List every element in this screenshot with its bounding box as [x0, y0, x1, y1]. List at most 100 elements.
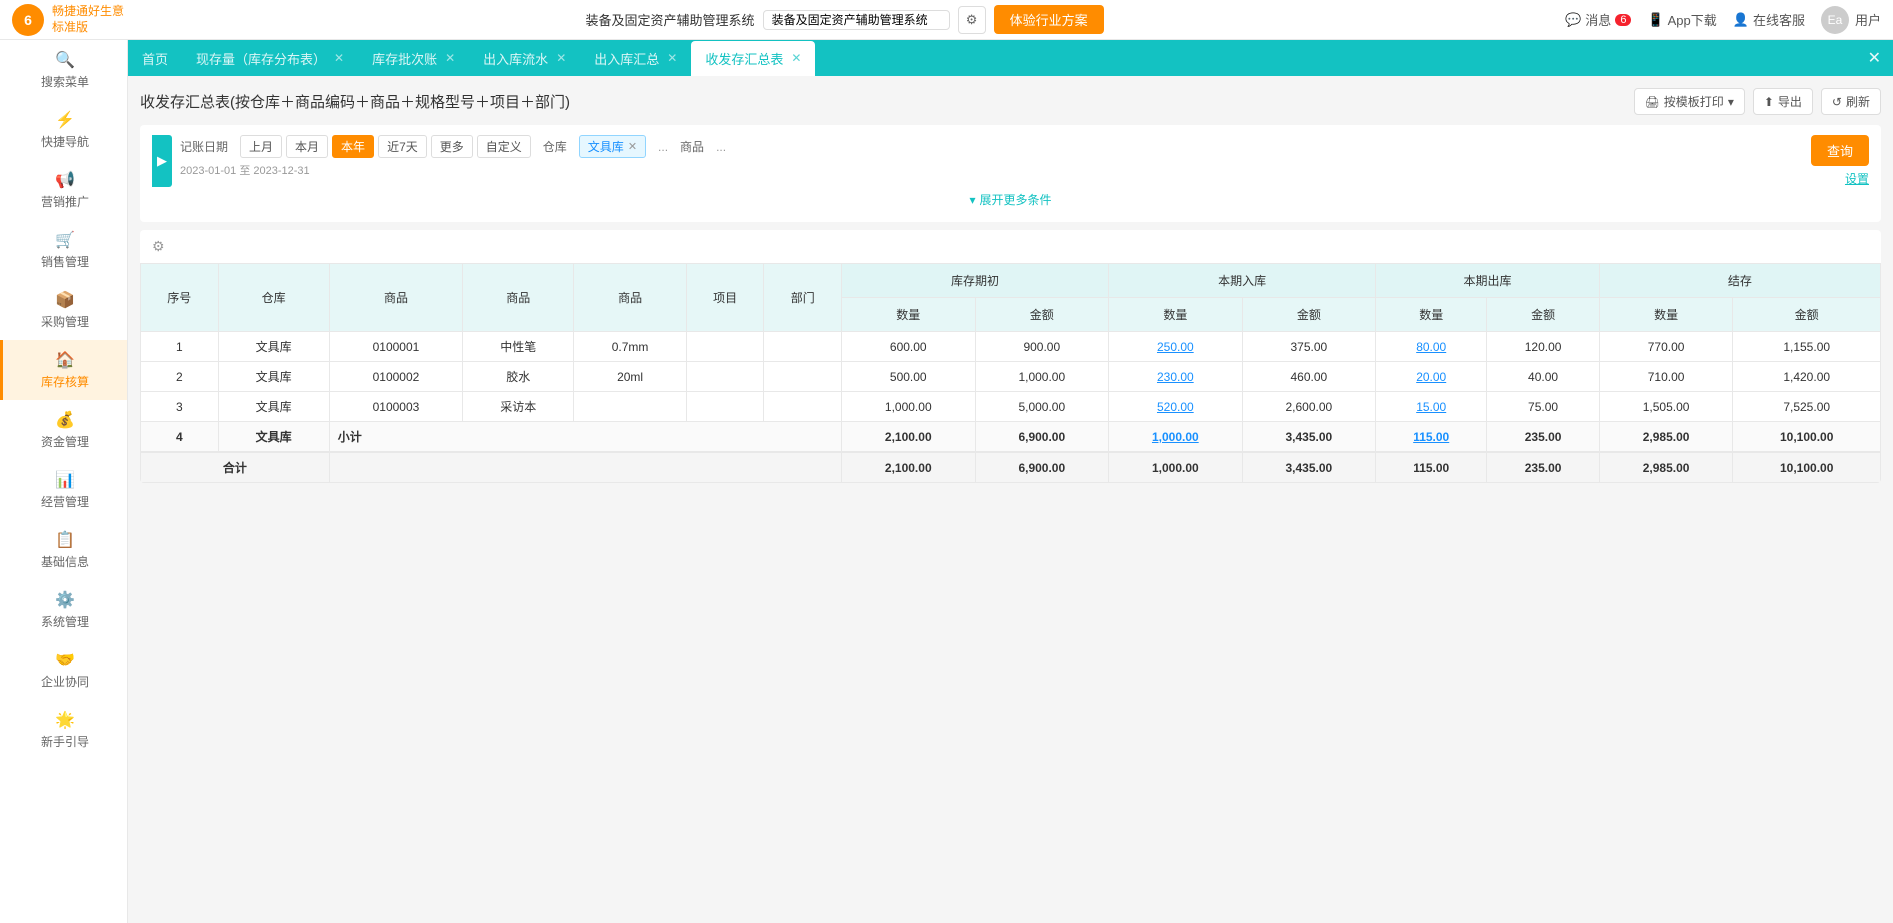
basic-info-icon: 📋	[55, 530, 75, 550]
sidebar-label-system: 系统管理	[41, 613, 89, 630]
cell-in-qty-2[interactable]: 230.00	[1109, 362, 1243, 392]
page-content: 收发存汇总表(按仓库＋商品编码＋商品＋规格型号＋项目＋部门) 🖨 按模板打印 ▾…	[128, 76, 1893, 923]
cell-out-amt-3: 75.00	[1487, 392, 1600, 422]
total-bal-amt: 10,100.00	[1733, 452, 1881, 483]
goods-more[interactable]: ...	[716, 140, 726, 154]
tab-close-inout-flow[interactable]: ✕	[556, 51, 566, 65]
cell-out-qty-2[interactable]: 20.00	[1376, 362, 1487, 392]
date-btn-7-days[interactable]: 近7天	[378, 135, 427, 158]
tab-inout-summary[interactable]: 出入库汇总 ✕	[580, 41, 691, 76]
sidebar-item-purchase[interactable]: 📦 采购管理	[0, 280, 127, 340]
cell-project-2	[686, 362, 764, 392]
cell-out-qty-1[interactable]: 80.00	[1376, 332, 1487, 362]
col-begin-qty: 数量	[842, 298, 976, 332]
trial-button[interactable]: 体验行业方案	[994, 5, 1104, 34]
sidebar-item-search[interactable]: 🔍 搜索菜单	[0, 40, 127, 100]
cell-out-qty-3[interactable]: 15.00	[1376, 392, 1487, 422]
col-bal-qty: 数量	[1599, 298, 1733, 332]
cell-begin-qty-3: 1,000.00	[842, 392, 976, 422]
out-qty-link-2[interactable]: 20.00	[1416, 370, 1446, 384]
cell-in-qty-1[interactable]: 250.00	[1109, 332, 1243, 362]
out-qty-link-1[interactable]: 80.00	[1416, 340, 1446, 354]
in-qty-link-3[interactable]: 520.00	[1157, 400, 1194, 414]
cell-in-qty-3[interactable]: 520.00	[1109, 392, 1243, 422]
app-download-button[interactable]: 📱 App下载	[1647, 10, 1716, 29]
print-icon: 🖨	[1645, 95, 1660, 109]
subtotal-no: 4	[141, 422, 219, 453]
sidebar-item-enterprise[interactable]: 🤝 企业协同	[0, 640, 127, 700]
tab-close-inout-summary[interactable]: ✕	[667, 51, 677, 65]
page-header: 收发存汇总表(按仓库＋商品编码＋商品＋规格型号＋项目＋部门) 🖨 按模板打印 ▾…	[140, 88, 1881, 115]
gear-button[interactable]: ⚙	[958, 6, 986, 34]
subtotal-out-qty-link[interactable]: 115.00	[1413, 430, 1449, 444]
col-project: 项目	[686, 264, 764, 332]
subtotal-in-qty[interactable]: 1,000.00	[1109, 422, 1243, 453]
sidebar-label-quick-nav: 快捷导航	[41, 133, 89, 150]
online-service-button[interactable]: 👤 在线客服	[1733, 10, 1805, 29]
warehouse-tag-close[interactable]: ✕	[628, 140, 637, 153]
tab-inout-flow[interactable]: 出入库流水 ✕	[469, 41, 580, 76]
settings-link[interactable]: 设置	[1845, 170, 1869, 187]
system-select[interactable]: 装备及固定资产辅助管理系统	[763, 10, 950, 30]
expand-conditions-button[interactable]: ▾ 展开更多条件	[969, 191, 1051, 208]
total-out-amt: 235.00	[1487, 452, 1600, 483]
sidebar-label-purchase: 采购管理	[41, 313, 89, 330]
print-button[interactable]: 🖨 按模板打印 ▾	[1634, 88, 1745, 115]
tab-close-inventory-dist[interactable]: ✕	[334, 51, 344, 65]
export-button[interactable]: ⬆ 导出	[1753, 88, 1813, 115]
total-row: 合计 2,100.00 6,900.00 1,000.00 3,435.00 1…	[141, 452, 1881, 483]
warehouse-more[interactable]: ...	[658, 140, 668, 154]
date-btn-more[interactable]: 更多	[431, 135, 473, 158]
col-balance: 结存	[1599, 264, 1880, 298]
query-button[interactable]: 查询	[1811, 135, 1869, 166]
tab-bar-close-button[interactable]: ✕	[1856, 40, 1893, 76]
date-btn-this-year[interactable]: 本年	[332, 135, 374, 158]
sidebar-item-system[interactable]: ⚙️ 系统管理	[0, 580, 127, 640]
refresh-button[interactable]: ↺ 刷新	[1821, 88, 1881, 115]
user-area[interactable]: Ea 用户	[1821, 6, 1881, 34]
tab-home[interactable]: 首页	[128, 41, 182, 76]
sidebar-item-basic-info[interactable]: 📋 基础信息	[0, 520, 127, 580]
tab-inventory-dist[interactable]: 现存量（库存分布表） ✕	[182, 41, 358, 76]
system-title: 装备及固定资产辅助管理系统	[586, 10, 755, 29]
sidebar-item-inventory[interactable]: 🏠 库存核算	[0, 340, 127, 400]
date-btn-custom[interactable]: 自定义	[477, 135, 531, 158]
message-badge: 6	[1615, 14, 1631, 26]
sidebar-item-quick-nav[interactable]: ⚡ 快捷导航	[0, 100, 127, 160]
cell-in-amt-3: 2,600.00	[1242, 392, 1376, 422]
inventory-icon: 🏠	[55, 350, 75, 370]
in-qty-link-1[interactable]: 250.00	[1157, 340, 1194, 354]
sidebar-label-search: 搜索菜单	[41, 73, 89, 90]
sidebar-item-sales[interactable]: 🛒 销售管理	[0, 220, 127, 280]
sidebar-item-guide[interactable]: 🌟 新手引导	[0, 700, 127, 760]
out-qty-link-3[interactable]: 15.00	[1416, 400, 1446, 414]
sidebar-label-sales: 销售管理	[41, 253, 89, 270]
top-bar: 6 畅捷通好生意 标准版 装备及固定资产辅助管理系统 装备及固定资产辅助管理系统…	[0, 0, 1893, 40]
tab-batch-account[interactable]: 库存批次账 ✕	[358, 41, 469, 76]
subtotal-begin-qty: 2,100.00	[842, 422, 976, 453]
filter-collapse-arrow[interactable]: ▶	[152, 135, 172, 187]
in-qty-link-2[interactable]: 230.00	[1157, 370, 1194, 384]
subtotal-out-qty[interactable]: 115.00	[1376, 422, 1487, 453]
tab-close-batch-account[interactable]: ✕	[445, 51, 455, 65]
tab-close-recv-send[interactable]: ✕	[791, 51, 801, 65]
table-row: 1 文具库 0100001 中性笔 0.7mm 600.00 900.00 25…	[141, 332, 1881, 362]
system-icon: ⚙️	[55, 590, 75, 610]
sidebar-item-operations[interactable]: 📊 经营管理	[0, 460, 127, 520]
subtotal-label: 小计	[329, 422, 841, 453]
tab-recv-send[interactable]: 收发存汇总表 ✕	[691, 41, 815, 76]
table-settings-icon[interactable]: ⚙	[152, 238, 165, 255]
subtotal-in-qty-link[interactable]: 1,000.00	[1152, 430, 1199, 444]
filter-expand-row: ▾ 展开更多条件	[152, 187, 1869, 212]
table-row: 2 文具库 0100002 胶水 20ml 500.00 1,000.00 23…	[141, 362, 1881, 392]
col-out-qty: 数量	[1376, 298, 1487, 332]
date-range-text: 2023-01-01 至 2023-12-31	[180, 165, 310, 177]
cell-bal-amt-1: 1,155.00	[1733, 332, 1881, 362]
message-button[interactable]: 💬 消息 6	[1565, 10, 1631, 29]
date-buttons: 上月 本月 本年 近7天 更多 自定义	[240, 135, 531, 158]
sidebar-item-finance[interactable]: 💰 资金管理	[0, 400, 127, 460]
sidebar-item-marketing[interactable]: 📢 营销推广	[0, 160, 127, 220]
date-btn-last-month[interactable]: 上月	[240, 135, 282, 158]
col-goods-name: 商品	[463, 264, 574, 332]
date-btn-this-month[interactable]: 本月	[286, 135, 328, 158]
